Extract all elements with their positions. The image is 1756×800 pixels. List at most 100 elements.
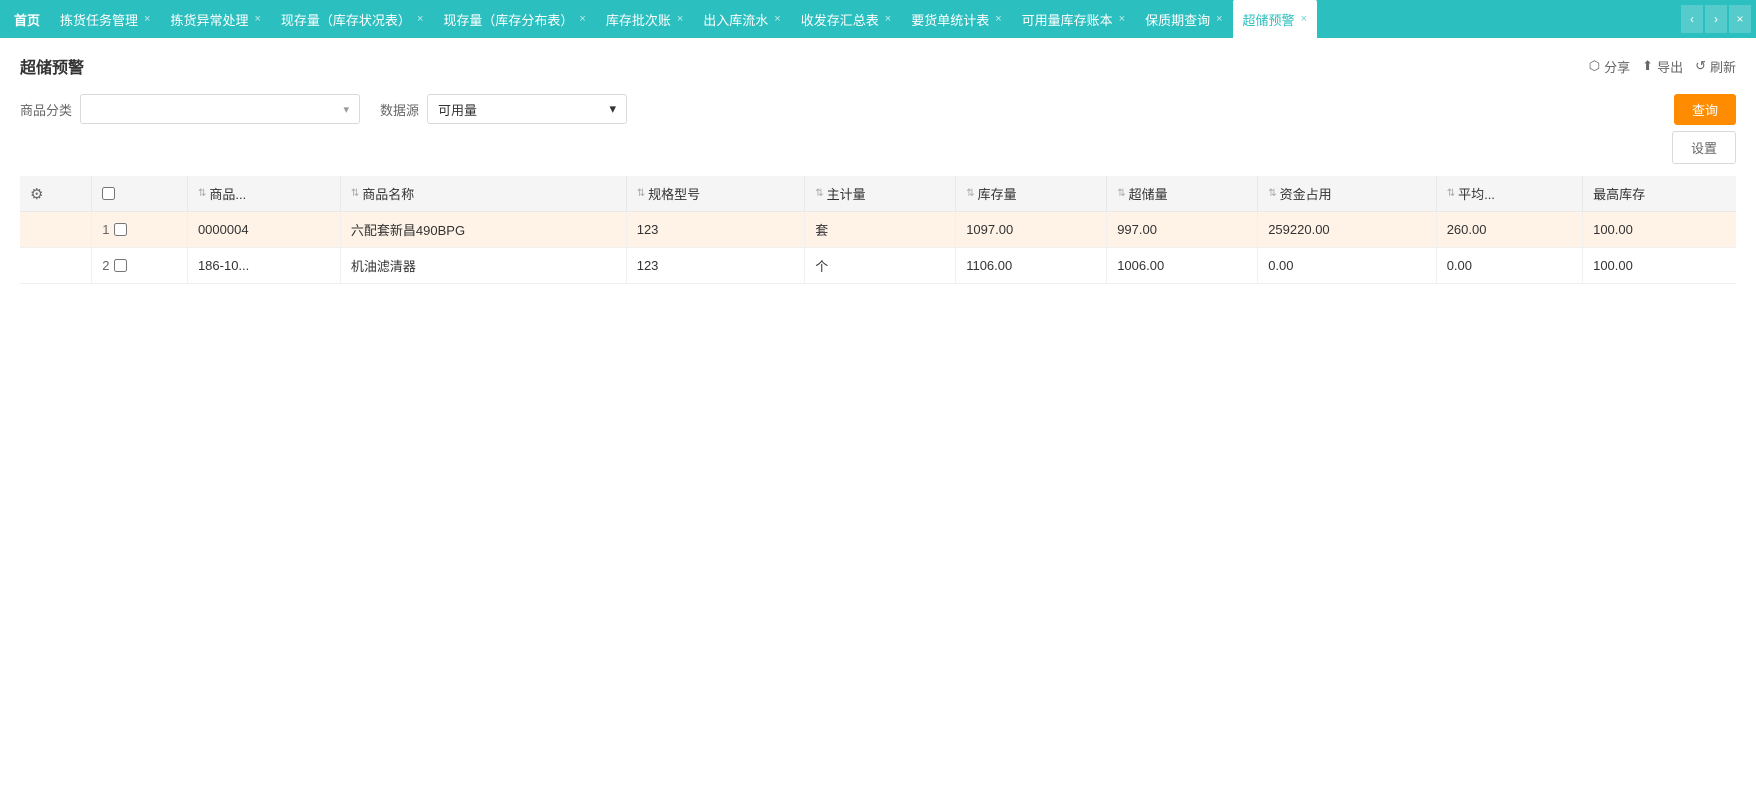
export-label: 导出 <box>1657 57 1683 76</box>
settings-button[interactable]: 设置 <box>1672 131 1736 164</box>
main-content: 超储预警 ⬡ 分享 ⬆ 导出 ↺ 刷新 商品分类 ▾ 数据源 <box>0 38 1756 800</box>
row-settings-cell <box>20 248 92 284</box>
table-header-row: ⚙ ⇅ 商品... ⇅ 商品名称 <box>20 176 1736 212</box>
col-avg: ⇅ 平均... <box>1436 176 1582 212</box>
refresh-action[interactable]: ↺ 刷新 <box>1695 57 1736 76</box>
row-checkbox[interactable] <box>114 259 127 272</box>
nav-close-overstock[interactable]: × <box>1301 13 1307 25</box>
nav-close-stock-status[interactable]: × <box>417 13 423 25</box>
nav-stock-dist[interactable]: 现存量（库存分布表） × <box>433 0 595 38</box>
nav-pick-task[interactable]: 拣货任务管理 × <box>50 0 160 38</box>
header-actions: ⬡ 分享 ⬆ 导出 ↺ 刷新 <box>1589 57 1736 76</box>
top-nav: 首页 拣货任务管理 × 拣货异常处理 × 现存量（库存状况表） × 现存量（库存… <box>0 0 1756 38</box>
row-spec: 123 <box>626 248 804 284</box>
col-overstock: ⇅ 超储量 <box>1107 176 1258 212</box>
row-number: 1 <box>102 222 109 237</box>
column-settings-icon[interactable]: ⚙ <box>30 185 43 203</box>
nav-prev-arrow[interactable]: ‹ <box>1681 5 1703 33</box>
share-label: 分享 <box>1604 57 1630 76</box>
row-max-stock: 100.00 <box>1583 248 1736 284</box>
nav-summary[interactable]: 收发存汇总表 × <box>791 0 901 38</box>
page-title: 超储预警 <box>20 54 84 78</box>
col-unit-sort-icon[interactable]: ⇅ <box>815 188 823 199</box>
nav-close-arrow[interactable]: × <box>1729 5 1751 33</box>
page-header: 超储预警 ⬡ 分享 ⬆ 导出 ↺ 刷新 <box>20 54 1736 78</box>
row-num-checkbox-cell: 1 <box>92 212 188 248</box>
row-checkbox[interactable] <box>114 223 127 236</box>
nav-inout-flow[interactable]: 出入库流水 × <box>693 0 790 38</box>
nav-close-summary[interactable]: × <box>885 13 891 25</box>
category-select[interactable]: ▾ <box>80 94 360 124</box>
nav-close-available-ledger[interactable]: × <box>1119 13 1125 25</box>
datasource-chevron-icon: ▾ <box>610 101 617 117</box>
nav-close-expiry[interactable]: × <box>1216 13 1222 25</box>
row-unit: 套 <box>805 212 956 248</box>
nav-pick-exception[interactable]: 拣货异常处理 × <box>160 0 270 38</box>
row-avg: 0.00 <box>1436 248 1582 284</box>
filter-buttons: 查询 设置 <box>1672 94 1736 164</box>
row-max-stock: 100.00 <box>1583 212 1736 248</box>
row-code: 186-10... <box>187 248 340 284</box>
share-icon: ⬡ <box>1589 58 1600 74</box>
nav-batch-ledger[interactable]: 库存批次账 × <box>596 0 693 38</box>
nav-close-order-stat[interactable]: × <box>995 13 1001 25</box>
nav-available-ledger[interactable]: 可用量库存账本 × <box>1012 0 1135 38</box>
col-stock: ⇅ 库存量 <box>956 176 1107 212</box>
row-stock: 1106.00 <box>956 248 1107 284</box>
nav-next-arrow[interactable]: › <box>1705 5 1727 33</box>
nav-close-batch-ledger[interactable]: × <box>677 13 683 25</box>
row-name: 六配套新昌490BPG <box>340 212 626 248</box>
nav-close-pick-task[interactable]: × <box>144 13 150 25</box>
col-capital-sort-icon[interactable]: ⇅ <box>1268 188 1276 199</box>
row-overstock: 1006.00 <box>1107 248 1258 284</box>
col-code-sort-icon[interactable]: ⇅ <box>198 188 206 199</box>
col-name: ⇅ 商品名称 <box>340 176 626 212</box>
nav-close-inout-flow[interactable]: × <box>774 13 780 25</box>
export-icon: ⬆ <box>1642 58 1653 74</box>
row-settings-cell <box>20 212 92 248</box>
col-stock-sort-icon[interactable]: ⇅ <box>966 188 974 199</box>
col-name-sort-icon[interactable]: ⇅ <box>351 188 359 199</box>
category-label: 商品分类 <box>20 100 72 119</box>
nav-arrows: ‹ › × <box>1680 5 1752 33</box>
row-capital: 259220.00 <box>1258 212 1436 248</box>
datasource-filter: 数据源 可用量 ▾ <box>380 94 627 124</box>
row-number: 2 <box>102 258 109 273</box>
col-avg-sort-icon[interactable]: ⇅ <box>1447 188 1455 199</box>
row-unit: 个 <box>805 248 956 284</box>
row-capital: 0.00 <box>1258 248 1436 284</box>
table-row: 1 0000004 六配套新昌490BPG 123 套 1097.00 997.… <box>20 212 1736 248</box>
category-filter: 商品分类 ▾ <box>20 94 360 124</box>
share-action[interactable]: ⬡ 分享 <box>1589 57 1630 76</box>
col-capital: ⇅ 资金占用 <box>1258 176 1436 212</box>
row-avg: 260.00 <box>1436 212 1582 248</box>
nav-stock-status[interactable]: 现存量（库存状况表） × <box>271 0 433 38</box>
row-name: 机油滤清器 <box>340 248 626 284</box>
col-max-stock: 最高库存 <box>1583 176 1736 212</box>
nav-close-stock-dist[interactable]: × <box>579 13 585 25</box>
select-all-checkbox[interactable] <box>102 187 115 200</box>
row-spec: 123 <box>626 212 804 248</box>
nav-home[interactable]: 首页 <box>4 0 50 38</box>
row-code: 0000004 <box>187 212 340 248</box>
col-overstock-sort-icon[interactable]: ⇅ <box>1117 188 1125 199</box>
nav-close-pick-exception[interactable]: × <box>254 13 260 25</box>
datasource-select[interactable]: 可用量 ▾ <box>427 94 627 124</box>
nav-expiry[interactable]: 保质期查询 × <box>1135 0 1232 38</box>
nav-overstock[interactable]: 超储预警 × <box>1233 0 1317 38</box>
data-table: ⚙ ⇅ 商品... ⇅ 商品名称 <box>20 176 1736 284</box>
datasource-label: 数据源 <box>380 100 419 119</box>
table-row: 2 186-10... 机油滤清器 123 个 1106.00 1006.00 … <box>20 248 1736 284</box>
export-action[interactable]: ⬆ 导出 <box>1642 57 1683 76</box>
datasource-select-text: 可用量 <box>438 100 477 119</box>
refresh-icon: ↺ <box>1695 58 1706 74</box>
row-num-checkbox-cell: 2 <box>92 248 188 284</box>
col-code: ⇅ 商品... <box>187 176 340 212</box>
col-spec-sort-icon[interactable]: ⇅ <box>637 188 645 199</box>
nav-order-stat[interactable]: 要货单统计表 × <box>901 0 1011 38</box>
row-overstock: 997.00 <box>1107 212 1258 248</box>
category-chevron-icon: ▾ <box>343 103 349 116</box>
row-stock: 1097.00 <box>956 212 1107 248</box>
query-button[interactable]: 查询 <box>1674 94 1736 125</box>
col-spec: ⇅ 规格型号 <box>626 176 804 212</box>
